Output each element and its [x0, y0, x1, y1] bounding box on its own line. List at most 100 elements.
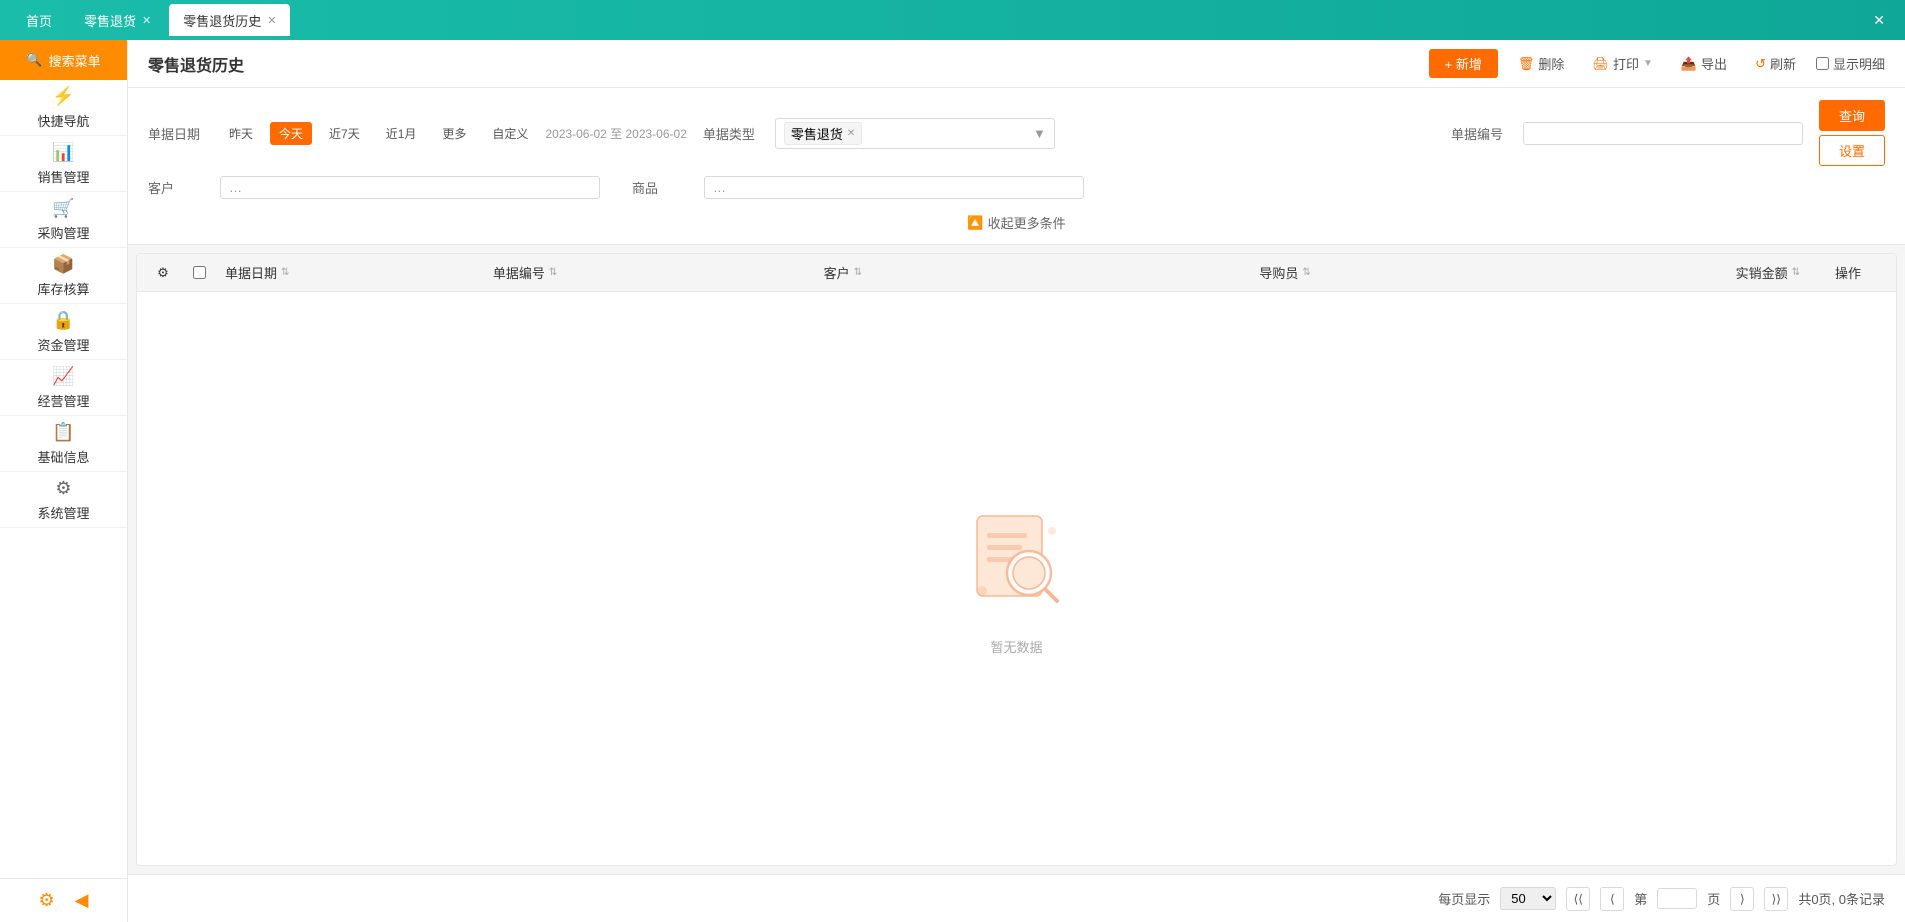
- th-date: 单据日期 ⇅: [217, 263, 485, 282]
- sidebar-item-stock-calc[interactable]: 📦 库存核算: [0, 248, 127, 304]
- last-page-btn[interactable]: ⟩⟩: [1764, 887, 1788, 911]
- goods-label: 商品: [632, 178, 688, 197]
- sidebar-item-capital-mgmt-label: 资金管理: [37, 335, 89, 354]
- search-icon: 🔍: [26, 52, 42, 68]
- sidebar-item-ops-mgmt[interactable]: 📈 经营管理: [0, 360, 127, 416]
- ops-mgmt-icon: 📈: [52, 366, 74, 387]
- tab-home[interactable]: 首页: [12, 4, 66, 36]
- th-settings[interactable]: ⚙: [145, 265, 181, 281]
- print-button[interactable]: 🖨 打印 ▼: [1584, 50, 1660, 77]
- th-date-label: 单据日期: [225, 263, 277, 282]
- goods-input[interactable]: …: [704, 176, 1084, 199]
- sidebar: 🔍 搜索菜单 ⚡ 快捷导航 📊 销售管理 🛒 采购管理 📦 库存核算 🔒 资金管…: [0, 40, 128, 922]
- bill-no-input[interactable]: [1523, 122, 1803, 145]
- sidebar-item-basic-info-label: 基础信息: [37, 447, 89, 466]
- select-all-checkbox[interactable]: [193, 266, 206, 279]
- date-btn-custom[interactable]: 自定义: [483, 122, 537, 145]
- filter-row-2: 客户 … 商品 …: [148, 176, 1885, 199]
- table-header: ⚙ 单据日期 ⇅ 单据编号 ⇅ 客户 ⇅ 导购员: [137, 254, 1896, 292]
- capital-mgmt-icon: 🔒: [52, 310, 74, 331]
- sidebar-item-quick-nav[interactable]: ⚡ 快捷导航: [0, 80, 127, 136]
- bill-type-tag-close[interactable]: ✕: [847, 128, 855, 139]
- table-area: ⚙ 单据日期 ⇅ 单据编号 ⇅ 客户 ⇅ 导购员: [136, 253, 1897, 866]
- tab-retail-return-label: 零售退货: [84, 11, 136, 30]
- query-button[interactable]: 查询: [1819, 100, 1885, 131]
- tab-retail-return-close[interactable]: ✕: [142, 14, 151, 27]
- tab-retail-return[interactable]: 零售退货 ✕: [70, 4, 165, 36]
- per-page-select[interactable]: 50 20 100 200: [1500, 887, 1556, 910]
- th-customer: 客户 ⇅: [816, 263, 1252, 282]
- sidebar-item-capital-mgmt[interactable]: 🔒 资金管理: [0, 304, 127, 360]
- add-button[interactable]: + 新增: [1429, 49, 1498, 78]
- per-page-label: 每页显示: [1438, 889, 1490, 908]
- show-detail-checkbox[interactable]: 显示明细: [1816, 54, 1885, 73]
- date-filter: 昨天 今天 近7天 近1月 更多 自定义 2023-06-02 至 2023-0…: [220, 122, 687, 145]
- empty-illustration: [957, 501, 1077, 621]
- sidebar-item-stock-calc-label: 库存核算: [37, 279, 89, 298]
- sidebar-bottom: ⚙ ◀: [0, 878, 127, 922]
- date-filter-label: 单据日期: [148, 124, 204, 143]
- th-amount-label: 实销金额: [1736, 263, 1788, 282]
- sidebar-search[interactable]: 🔍 搜索菜单: [0, 40, 127, 80]
- date-btn-1month[interactable]: 近1月: [377, 122, 426, 145]
- basic-info-icon: 📋: [52, 422, 74, 443]
- delete-button[interactable]: 🗑 删除: [1510, 50, 1573, 77]
- sidebar-item-sales-mgmt-label: 销售管理: [37, 167, 89, 186]
- bill-type-select[interactable]: 零售退货 ✕ ▼: [775, 118, 1055, 149]
- th-action: 操作: [1808, 263, 1888, 282]
- bill-no-label: 单据编号: [1451, 124, 1507, 143]
- total-info: 共0页, 0条记录: [1798, 889, 1885, 908]
- th-amount: 实销金额 ⇅: [1582, 263, 1808, 282]
- sidebar-item-quick-nav-label: 快捷导航: [37, 111, 89, 130]
- th-amount-sort[interactable]: ⇅: [1792, 267, 1800, 278]
- th-customer-label: 客户: [824, 263, 850, 282]
- th-date-sort[interactable]: ⇅: [281, 267, 289, 278]
- settings-button[interactable]: 设置: [1819, 135, 1885, 166]
- customer-label: 客户: [148, 178, 204, 197]
- export-button[interactable]: 📤 导出: [1673, 50, 1735, 77]
- customer-input[interactable]: …: [220, 176, 600, 199]
- tab-bar: 首页 零售退货 ✕ 零售退货历史 ✕: [12, 4, 1865, 36]
- tab-retail-return-history[interactable]: 零售退货历史 ✕: [169, 4, 290, 36]
- sidebar-item-sys-mgmt-label: 系统管理: [37, 503, 89, 522]
- sidebar-search-label: 搜索菜单: [49, 51, 101, 70]
- show-detail-input[interactable]: [1816, 57, 1829, 70]
- tab-retail-return-history-close[interactable]: ✕: [267, 14, 276, 27]
- sidebar-settings-icon[interactable]: ⚙: [39, 890, 55, 911]
- date-btn-yesterday[interactable]: 昨天: [220, 122, 262, 145]
- sidebar-item-purchase-mgmt[interactable]: 🛒 采购管理: [0, 192, 127, 248]
- page-label: 第: [1634, 889, 1647, 908]
- table-body: 暂无数据: [137, 292, 1896, 865]
- th-bill-no-sort[interactable]: ⇅: [549, 267, 557, 278]
- date-btn-today[interactable]: 今天: [270, 122, 312, 145]
- next-page-btn[interactable]: ⟩: [1730, 887, 1754, 911]
- th-customer-sort[interactable]: ⇅: [854, 267, 862, 278]
- date-btn-more[interactable]: 更多: [433, 122, 475, 145]
- refresh-button[interactable]: ↺ 刷新: [1747, 50, 1804, 77]
- collapse-label: 收起更多条件: [988, 213, 1066, 232]
- first-page-btn[interactable]: ⟨⟨: [1566, 887, 1590, 911]
- prev-page-btn[interactable]: ⟨: [1600, 887, 1624, 911]
- sidebar-collapse-icon[interactable]: ◀: [75, 890, 89, 911]
- page-input[interactable]: 1: [1657, 888, 1697, 909]
- refresh-icon: ↺: [1755, 56, 1766, 72]
- collapse-bar[interactable]: 🔼 收起更多条件: [148, 209, 1885, 236]
- bill-type-section: 单据类型 零售退货 ✕ ▼: [703, 118, 1435, 149]
- sidebar-item-sys-mgmt[interactable]: ⚙ 系统管理: [0, 472, 127, 528]
- th-checkbox[interactable]: [181, 266, 217, 279]
- table-settings-icon: ⚙: [157, 265, 169, 281]
- bill-type-label: 单据类型: [703, 124, 759, 143]
- purchase-mgmt-icon: 🛒: [52, 198, 74, 219]
- filter-area: 单据日期 昨天 今天 近7天 近1月 更多 自定义 2023-06-02 至 2…: [128, 88, 1905, 245]
- window-close-icon[interactable]: ✕: [1865, 8, 1893, 33]
- bill-type-arrow: ▼: [1033, 126, 1046, 141]
- empty-text: 暂无数据: [990, 637, 1042, 656]
- stock-calc-icon: 📦: [52, 254, 74, 275]
- date-btn-7days[interactable]: 近7天: [320, 122, 369, 145]
- th-guide-sort[interactable]: ⇅: [1302, 267, 1310, 278]
- sidebar-item-sales-mgmt[interactable]: 📊 销售管理: [0, 136, 127, 192]
- sidebar-item-basic-info[interactable]: 📋 基础信息: [0, 416, 127, 472]
- quick-nav-icon: ⚡: [52, 86, 74, 107]
- delete-icon: 🗑: [1518, 56, 1535, 72]
- sidebar-item-purchase-mgmt-label: 采购管理: [37, 223, 89, 242]
